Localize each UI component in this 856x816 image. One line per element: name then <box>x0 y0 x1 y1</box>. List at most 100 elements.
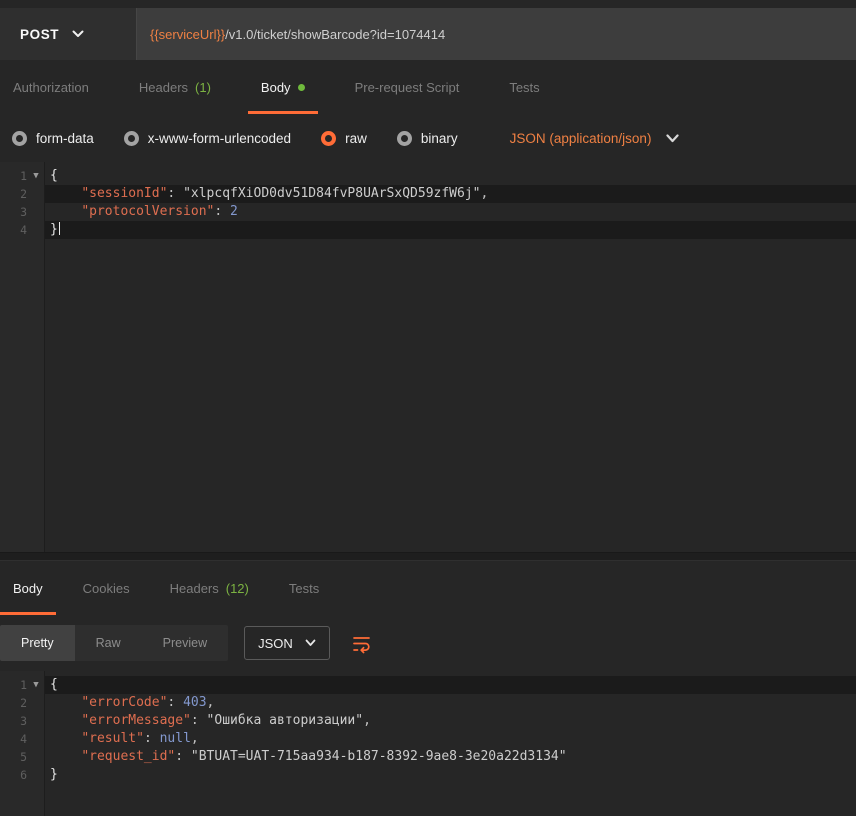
content-type-select[interactable]: JSON (application/json) <box>510 131 680 146</box>
response-toolbar: Pretty Raw Preview JSON <box>0 615 856 671</box>
fold-gutter <box>27 694 45 712</box>
mode-binary[interactable]: binary <box>396 130 458 146</box>
content-type-label: JSON (application/json) <box>509 130 652 146</box>
tab-headers[interactable]: Headers (1) <box>136 60 214 114</box>
tab-label: Authorization <box>13 79 89 95</box>
fold-gutter <box>27 748 45 766</box>
request-tabs: Authorization Headers (1) Body Pre-reque… <box>0 60 856 114</box>
code-line-1[interactable]: 1 ▼ { <box>0 167 856 185</box>
tab-label: Tests <box>509 79 540 95</box>
tab-label: Cookies <box>82 580 130 596</box>
api-client-window: POST {{serviceUrl}}/v1.0/ticket/showBarc… <box>0 0 856 816</box>
mode-label: raw <box>345 130 367 146</box>
code-line-2[interactable]: 2 "sessionId": "xlpcqfXiOD0dv51D84fvP8UA… <box>0 185 856 203</box>
fold-gutter <box>27 203 45 221</box>
code-line-4[interactable]: 4} <box>0 221 856 239</box>
tab-label: Body <box>260 79 291 95</box>
tab-pre-request-script[interactable]: Pre-request Script <box>352 60 463 114</box>
url-input[interactable]: {{serviceUrl}}/v1.0/ticket/showBarcode?i… <box>137 8 856 60</box>
mode-form-data[interactable]: form-data <box>12 130 94 146</box>
line-number: 4 <box>20 223 27 237</box>
fold-gutter <box>27 185 45 203</box>
code-text: { <box>45 676 856 694</box>
code-line-3[interactable]: 3 "errorMessage": "Ошибка авторизации", <box>0 712 856 730</box>
response-body-editor[interactable]: 1 ▼{2 "errorCode": 403, 3 "errorMessage": … <box>0 671 856 816</box>
code-text: "errorMessage": "Ошибка авторизации", <box>81 713 371 728</box>
tab-label: Headers <box>169 580 219 596</box>
response-tab-headers[interactable]: Headers (12) <box>167 561 252 615</box>
line-number: 1 <box>20 678 27 692</box>
response-tab-body[interactable]: Body <box>0 561 56 615</box>
radio-icon <box>321 130 337 146</box>
line-number: 3 <box>20 714 27 728</box>
view-pretty-button[interactable]: Pretty <box>0 625 75 661</box>
line-number: 4 <box>20 732 27 746</box>
response-format-select[interactable]: JSON <box>244 626 330 660</box>
fold-arrow-icon[interactable]: ▼ <box>27 167 45 185</box>
code-text: "errorCode": 403, <box>81 695 215 710</box>
fold-gutter <box>27 221 45 239</box>
body-status-dot <box>297 83 305 91</box>
wrap-lines-icon <box>353 636 371 653</box>
radio-icon <box>123 130 139 146</box>
fold-arrow-icon[interactable]: ▼ <box>27 676 45 694</box>
mode-label: x-www-form-urlencoded <box>147 130 292 146</box>
code-line-6[interactable]: 6} <box>0 766 856 784</box>
line-number: 2 <box>20 187 27 201</box>
request-body-editor[interactable]: 1 ▼ {2 "sessionId": "xlpcqfXiOD0dv51D84fvP… <box>0 162 856 552</box>
method-select[interactable]: POST <box>0 8 137 60</box>
chevron-down-icon <box>305 639 316 646</box>
response-tab-tests[interactable]: Tests <box>286 561 322 615</box>
code-line-4[interactable]: 4 "result": null, <box>0 730 856 748</box>
wrap-lines-button[interactable] <box>344 625 380 661</box>
mode-label: form-data <box>36 130 94 146</box>
chevron-down-icon <box>72 30 84 37</box>
line-number: 2 <box>20 696 27 710</box>
code-text: } <box>45 221 856 239</box>
body-mode-row: form-data x-www-form-urlencoded raw bina… <box>0 114 856 162</box>
text-cursor <box>58 222 60 235</box>
line-number: 5 <box>20 750 27 764</box>
code-line-5[interactable]: 5 "request_id": "BTUAT=UAT-715aa934-b187… <box>0 748 856 766</box>
code-line-3[interactable]: 3 "protocolVersion": 2 <box>0 203 856 221</box>
format-label: JSON <box>258 635 293 651</box>
url-variable: {{serviceUrl}} <box>150 26 226 42</box>
code-line-2[interactable]: 2 "errorCode": 403, <box>0 694 856 712</box>
line-number: 3 <box>20 205 27 219</box>
view-toggle-group: Pretty Raw Preview <box>0 625 229 661</box>
method-label: POST <box>20 26 60 42</box>
headers-count-badge: (1) <box>195 79 211 95</box>
tab-body[interactable]: Body <box>247 60 318 114</box>
tab-tests[interactable]: Tests <box>506 60 542 114</box>
line-number: 1 <box>20 169 27 183</box>
view-preview-button[interactable]: Preview <box>142 625 228 661</box>
fold-gutter <box>27 730 45 748</box>
code-text: } <box>50 767 58 782</box>
tab-authorization[interactable]: Authorization <box>10 60 92 114</box>
url-path: /v1.0/ticket/showBarcode?id=1074414 <box>225 26 446 42</box>
fold-gutter <box>27 712 45 730</box>
radio-icon <box>396 130 412 146</box>
code-text: "sessionId": "xlpcqfXiOD0dv51D84fvP8UArS… <box>45 185 856 203</box>
view-raw-button[interactable]: Raw <box>75 625 142 661</box>
code-text: "result": null, <box>81 731 199 746</box>
mode-label: binary <box>420 130 458 146</box>
code-text: { <box>50 168 58 183</box>
line-number: 6 <box>20 768 27 782</box>
tab-label: Pre-request Script <box>354 79 460 95</box>
fold-gutter <box>27 766 45 784</box>
tab-label: Tests <box>288 580 320 596</box>
mode-x-www-form-urlencoded[interactable]: x-www-form-urlencoded <box>123 130 292 146</box>
request-url-bar: POST {{serviceUrl}}/v1.0/ticket/showBarc… <box>0 8 856 60</box>
code-line-1[interactable]: 1 ▼{ <box>0 676 856 694</box>
tab-label: Body <box>13 580 43 596</box>
mode-raw[interactable]: raw <box>321 130 367 146</box>
section-divider[interactable] <box>0 552 856 561</box>
code-text: "protocolVersion": 2 <box>81 204 238 219</box>
tab-label: Headers <box>138 79 189 95</box>
code-text: "request_id": "BTUAT=UAT-715aa934-b187-8… <box>81 749 567 764</box>
response-tab-cookies[interactable]: Cookies <box>80 561 133 615</box>
chevron-down-icon <box>666 133 680 142</box>
response-tabs: Body Cookies Headers (12) Tests <box>0 561 856 615</box>
radio-icon <box>12 130 27 146</box>
